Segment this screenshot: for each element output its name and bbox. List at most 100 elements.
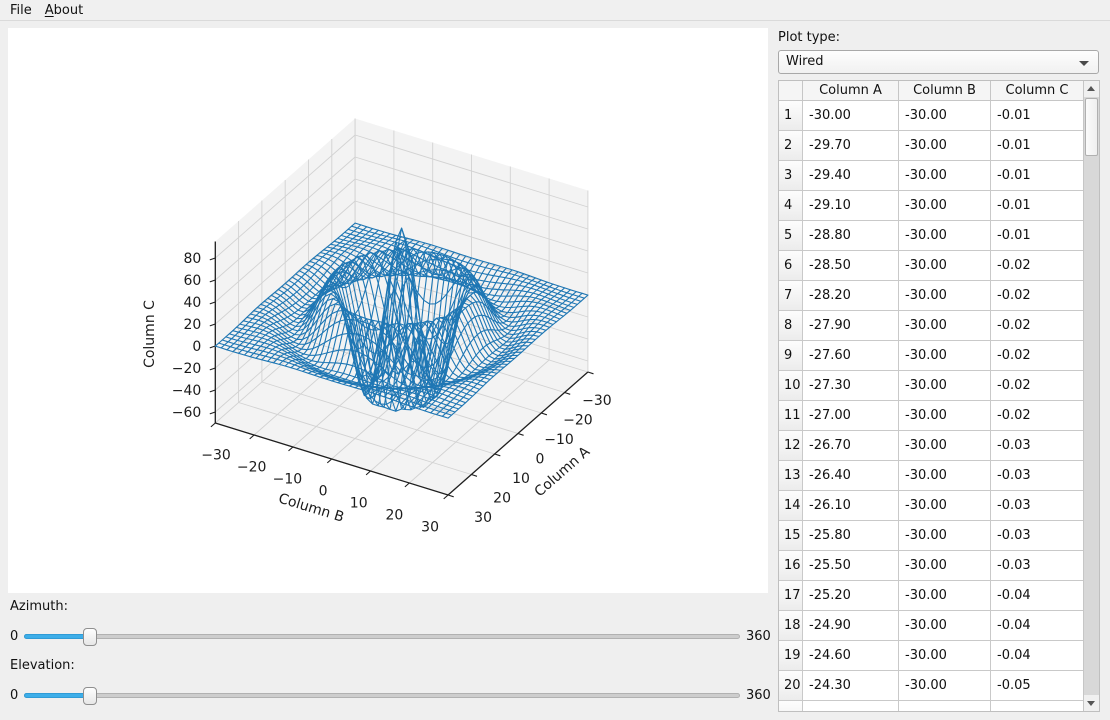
row-number[interactable]: 4 bbox=[779, 191, 803, 221]
row-number[interactable]: 5 bbox=[779, 221, 803, 251]
table-vertical-scrollbar[interactable] bbox=[1083, 81, 1099, 711]
menu-item-about[interactable]: About bbox=[45, 3, 83, 18]
row-number[interactable]: 13 bbox=[779, 461, 803, 491]
cell-column-c[interactable]: -0.02 bbox=[991, 311, 1083, 341]
azimuth-slider-track[interactable] bbox=[24, 634, 740, 639]
table-row[interactable]: 16-25.50-30.00-0.03 bbox=[779, 551, 1083, 581]
cell-column-c[interactable]: -0.02 bbox=[991, 341, 1083, 371]
cell-column-a[interactable]: -26.10 bbox=[803, 491, 899, 521]
cell-column-c[interactable]: -0.01 bbox=[991, 221, 1083, 251]
table-row[interactable]: 12-26.70-30.00-0.03 bbox=[779, 431, 1083, 461]
table-header-column-c[interactable]: Column C bbox=[991, 81, 1083, 101]
cell-column-c[interactable]: -0.03 bbox=[991, 521, 1083, 551]
table-row[interactable]: 7-28.20-30.00-0.02 bbox=[779, 281, 1083, 311]
cell-column-a[interactable]: -27.00 bbox=[803, 401, 899, 431]
elevation-slider-handle[interactable] bbox=[83, 687, 97, 705]
cell-column-c[interactable]: -0.03 bbox=[991, 491, 1083, 521]
cell-column-b[interactable]: -30.00 bbox=[899, 311, 991, 341]
cell-column-a[interactable]: -26.40 bbox=[803, 461, 899, 491]
cell-column-b[interactable]: -30.00 bbox=[899, 101, 991, 131]
row-number[interactable]: 20 bbox=[779, 671, 803, 701]
table-header-column-a[interactable]: Column A bbox=[803, 81, 899, 101]
cell-column-c[interactable]: -0.01 bbox=[991, 101, 1083, 131]
cell-column-a[interactable]: -25.50 bbox=[803, 551, 899, 581]
table-row[interactable]: 5-28.80-30.00-0.01 bbox=[779, 221, 1083, 251]
cell-column-a[interactable]: -25.20 bbox=[803, 581, 899, 611]
table-row[interactable]: 2-29.70-30.00-0.01 bbox=[779, 131, 1083, 161]
cell-column-c[interactable]: -0.04 bbox=[991, 641, 1083, 671]
row-number[interactable]: 14 bbox=[779, 491, 803, 521]
cell-column-c[interactable]: -0.04 bbox=[991, 581, 1083, 611]
plot-type-dropdown[interactable]: Wired bbox=[778, 50, 1099, 74]
row-number[interactable]: 16 bbox=[779, 551, 803, 581]
cell-column-a[interactable]: -24.90 bbox=[803, 611, 899, 641]
cell-column-a[interactable]: -27.30 bbox=[803, 371, 899, 401]
cell-column-b[interactable]: -30.00 bbox=[899, 641, 991, 671]
row-number[interactable]: 17 bbox=[779, 581, 803, 611]
cell-column-b[interactable]: -30.00 bbox=[899, 611, 991, 641]
row-number[interactable]: 11 bbox=[779, 401, 803, 431]
cell-column-a[interactable]: -29.70 bbox=[803, 131, 899, 161]
scrollbar-up-button[interactable] bbox=[1084, 81, 1099, 97]
table-row[interactable]: 4-29.10-30.00-0.01 bbox=[779, 191, 1083, 221]
row-number[interactable]: 8 bbox=[779, 311, 803, 341]
cell-column-b[interactable]: -30.00 bbox=[899, 551, 991, 581]
table-row[interactable]: 1-30.00-30.00-0.01 bbox=[779, 101, 1083, 131]
cell-column-a[interactable]: -26.70 bbox=[803, 431, 899, 461]
slider-azimuth[interactable] bbox=[24, 627, 740, 647]
cell-column-c[interactable]: -0.01 bbox=[991, 161, 1083, 191]
cell-column-c[interactable]: -0.03 bbox=[991, 551, 1083, 581]
cell-column-a[interactable]: -30.00 bbox=[803, 101, 899, 131]
row-number[interactable]: 19 bbox=[779, 641, 803, 671]
cell-column-b[interactable]: -30.00 bbox=[899, 131, 991, 161]
table-row[interactable]: 19-24.60-30.00-0.04 bbox=[779, 641, 1083, 671]
row-number[interactable]: 7 bbox=[779, 281, 803, 311]
cell-column-a[interactable]: -29.10 bbox=[803, 191, 899, 221]
cell-column-c[interactable]: -0.03 bbox=[991, 431, 1083, 461]
cell-column-b[interactable]: -30.00 bbox=[899, 431, 991, 461]
row-number[interactable]: 12 bbox=[779, 431, 803, 461]
cell-column-a[interactable]: -24.60 bbox=[803, 641, 899, 671]
scrollbar-thumb[interactable] bbox=[1085, 98, 1098, 156]
table-row[interactable]: 3-29.40-30.00-0.01 bbox=[779, 161, 1083, 191]
cell-column-c[interactable]: -0.01 bbox=[991, 191, 1083, 221]
cell-column-b[interactable]: -30.00 bbox=[899, 161, 991, 191]
row-number[interactable]: 9 bbox=[779, 341, 803, 371]
row-number[interactable]: 6 bbox=[779, 251, 803, 281]
cell-column-b[interactable]: -30.00 bbox=[899, 371, 991, 401]
cell-column-c[interactable]: -0.02 bbox=[991, 281, 1083, 311]
row-number[interactable]: 1 bbox=[779, 101, 803, 131]
cell-column-a[interactable]: -28.20 bbox=[803, 281, 899, 311]
cell-column-b[interactable]: -30.00 bbox=[899, 281, 991, 311]
cell-column-b[interactable]: -30.00 bbox=[899, 671, 991, 701]
cell-column-a[interactable]: -28.80 bbox=[803, 221, 899, 251]
cell-column-b[interactable]: -30.00 bbox=[899, 401, 991, 431]
table-row[interactable]: 13-26.40-30.00-0.03 bbox=[779, 461, 1083, 491]
table-row[interactable]: 6-28.50-30.00-0.02 bbox=[779, 251, 1083, 281]
table-row[interactable]: 20-24.30-30.00-0.05 bbox=[779, 671, 1083, 701]
table-row[interactable]: 9-27.60-30.00-0.02 bbox=[779, 341, 1083, 371]
cell-column-b[interactable]: -30.00 bbox=[899, 521, 991, 551]
cell-column-c[interactable]: -0.02 bbox=[991, 401, 1083, 431]
cell-column-a[interactable]: -25.80 bbox=[803, 521, 899, 551]
table-row[interactable]: 8-27.90-30.00-0.02 bbox=[779, 311, 1083, 341]
cell-column-a[interactable]: -27.90 bbox=[803, 311, 899, 341]
cell-column-c[interactable]: -0.01 bbox=[991, 131, 1083, 161]
cell-column-a[interactable]: -28.50 bbox=[803, 251, 899, 281]
cell-column-b[interactable]: -30.00 bbox=[899, 341, 991, 371]
cell-column-b[interactable]: -30.00 bbox=[899, 461, 991, 491]
cell-column-b[interactable]: -30.00 bbox=[899, 491, 991, 521]
scrollbar-down-button[interactable] bbox=[1084, 695, 1099, 711]
azimuth-slider-handle[interactable] bbox=[83, 628, 97, 646]
cell-column-c[interactable]: -0.02 bbox=[991, 371, 1083, 401]
cell-column-c[interactable]: -0.04 bbox=[991, 611, 1083, 641]
table-row[interactable]: 15-25.80-30.00-0.03 bbox=[779, 521, 1083, 551]
table-row[interactable]: 14-26.10-30.00-0.03 bbox=[779, 491, 1083, 521]
table-row[interactable]: 17-25.20-30.00-0.04 bbox=[779, 581, 1083, 611]
row-number[interactable]: 15 bbox=[779, 521, 803, 551]
cell-column-c[interactable]: -0.03 bbox=[991, 461, 1083, 491]
menu-item-file[interactable]: File bbox=[10, 3, 32, 18]
cell-column-b[interactable]: -30.00 bbox=[899, 581, 991, 611]
table-row[interactable]: 11-27.00-30.00-0.02 bbox=[779, 401, 1083, 431]
cell-column-a[interactable]: -24.30 bbox=[803, 671, 899, 701]
